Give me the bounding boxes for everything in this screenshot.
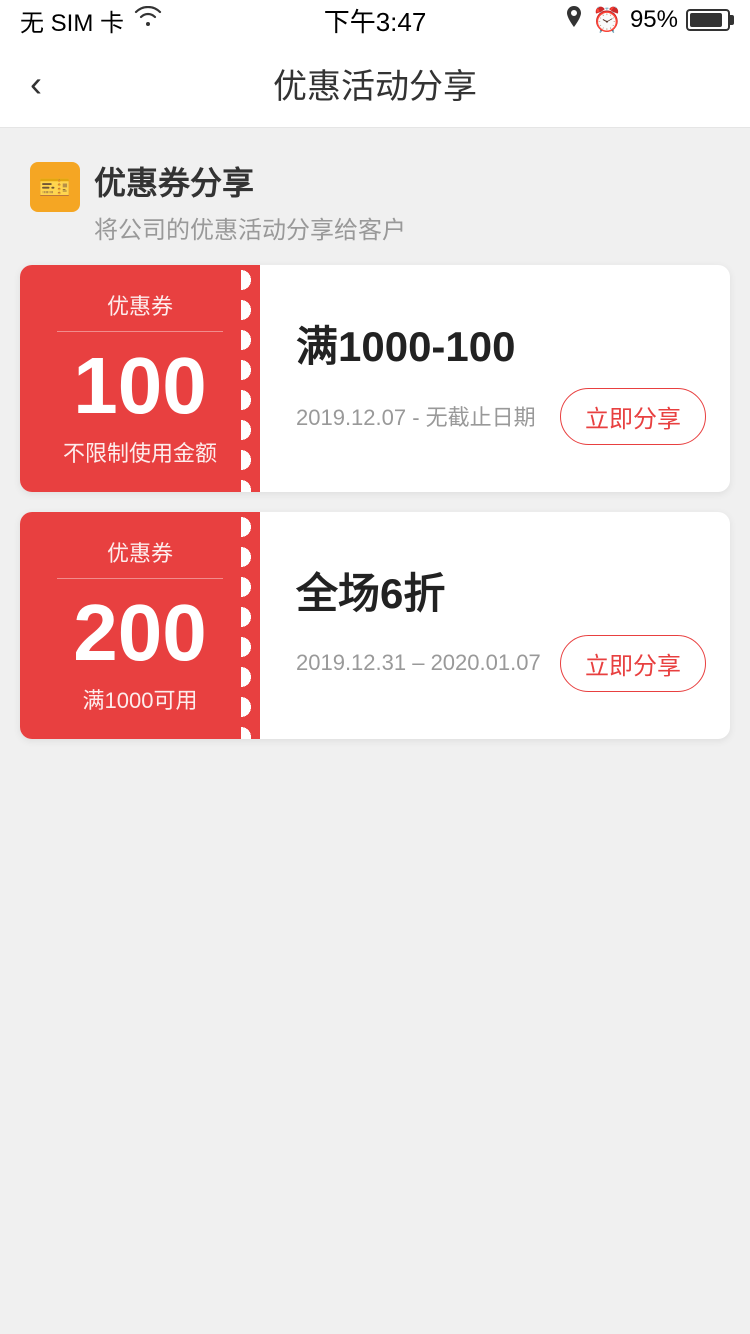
coupon-name-0: 满1000-100 — [296, 313, 706, 374]
coupon-right-bottom-0: 2019.12.07 - 无截止日期 立即分享 — [296, 388, 706, 445]
share-button-0[interactable]: 立即分享 — [560, 388, 706, 445]
coupon-label-0: 优惠券 — [107, 289, 173, 321]
status-bar: 无 SIM 卡 下午3:47 ⏰ 95% — [0, 0, 750, 40]
status-right: ⏰ 95% — [564, 5, 730, 36]
coupon-right-1: 全场6折 2019.12.31 – 2020.01.07 立即分享 — [260, 512, 730, 739]
coupon-left-1: 优惠券 200 满1000可用 — [20, 512, 260, 739]
coupon-date-1: 2019.12.31 – 2020.01.07 — [296, 650, 550, 676]
carrier-text: 无 SIM 卡 — [20, 3, 124, 38]
coupon-list: 优惠券 100 不限制使用金额 满1000-100 2019.12.07 - 无… — [0, 265, 750, 759]
coupon-label-1: 优惠券 — [107, 536, 173, 568]
wifi-icon — [134, 6, 162, 35]
coupon-divider-0 — [57, 331, 223, 332]
coupon-card: 优惠券 200 满1000可用 全场6折 2019.12.31 – 2020.0… — [20, 512, 730, 739]
section-text-block: 优惠券分享 将公司的优惠活动分享给客户 — [94, 158, 406, 245]
share-button-1[interactable]: 立即分享 — [560, 635, 706, 692]
alarm-icon: ⏰ — [592, 6, 622, 35]
coupon-amount-1: 200 — [73, 593, 206, 673]
page-title: 优惠活动分享 — [273, 59, 477, 108]
battery-icon — [686, 9, 730, 31]
bottom-space — [0, 759, 750, 1319]
coupon-emoji-icon: 🎫 — [39, 172, 71, 203]
battery-fill — [690, 13, 722, 27]
battery-percent: 95% — [630, 6, 678, 34]
section-icon: 🎫 — [30, 162, 80, 212]
coupon-card: 优惠券 100 不限制使用金额 满1000-100 2019.12.07 - 无… — [20, 265, 730, 492]
coupon-date-0: 2019.12.07 - 无截止日期 — [296, 400, 550, 432]
nav-bar: ‹ 优惠活动分享 — [0, 40, 750, 128]
coupon-right-0: 满1000-100 2019.12.07 - 无截止日期 立即分享 — [260, 265, 730, 492]
section-header: 🎫 优惠券分享 将公司的优惠活动分享给客户 — [0, 128, 750, 265]
coupon-amount-0: 100 — [73, 346, 206, 426]
status-left: 无 SIM 卡 — [20, 3, 162, 38]
status-time: 下午3:47 — [324, 2, 427, 39]
location-icon — [564, 5, 584, 36]
coupon-condition-0: 不限制使用金额 — [63, 436, 217, 468]
section-title: 优惠券分享 — [94, 158, 406, 204]
coupon-right-bottom-1: 2019.12.31 – 2020.01.07 立即分享 — [296, 635, 706, 692]
back-button[interactable]: ‹ — [30, 63, 42, 105]
coupon-left-0: 优惠券 100 不限制使用金额 — [20, 265, 260, 492]
coupon-divider-1 — [57, 578, 223, 579]
coupon-name-1: 全场6折 — [296, 560, 706, 621]
section-subtitle: 将公司的优惠活动分享给客户 — [94, 210, 406, 245]
coupon-condition-1: 满1000可用 — [83, 683, 198, 715]
